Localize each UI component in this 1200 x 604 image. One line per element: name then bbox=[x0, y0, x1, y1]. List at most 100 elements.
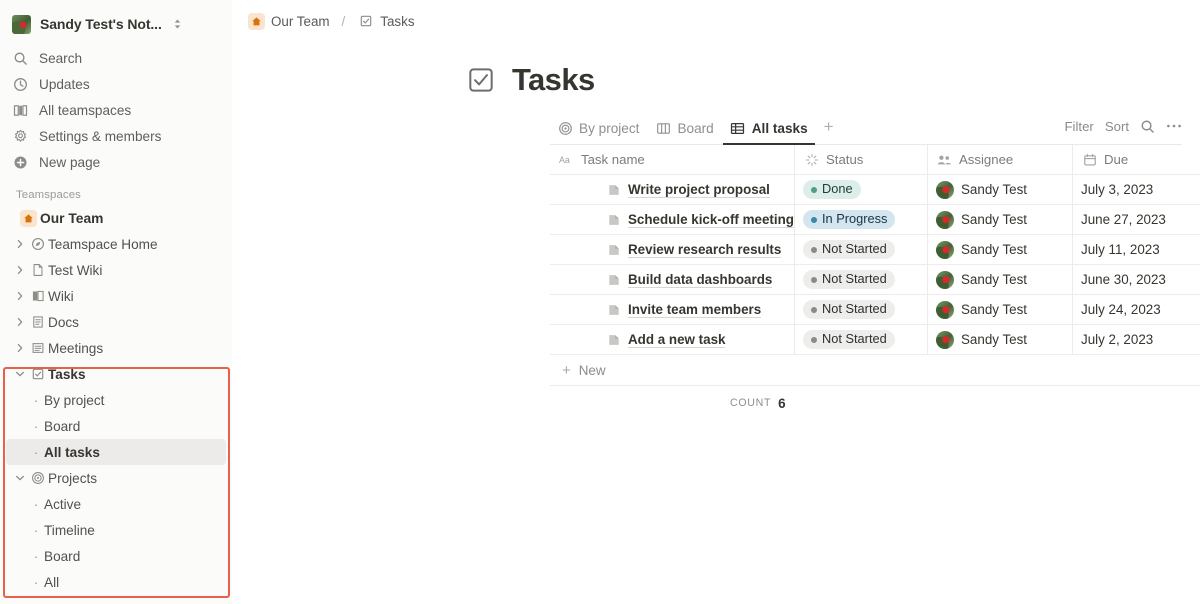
sort-button[interactable]: Sort bbox=[1105, 119, 1129, 134]
workspace-switcher[interactable]: Sandy Test's Not... bbox=[12, 9, 224, 39]
sidebar-item-board-projects[interactable]: · Board bbox=[6, 543, 226, 569]
sidebar-item-meetings[interactable]: Meetings bbox=[6, 335, 226, 361]
sidebar-item-all-teamspaces[interactable]: All teamspaces bbox=[8, 97, 224, 123]
table-header-row: Aa Task name Status Assignee Due bbox=[550, 145, 1200, 175]
sidebar-item-our-team[interactable]: Our Team bbox=[6, 205, 226, 231]
svg-text:Aa: Aa bbox=[559, 155, 570, 165]
task-name-link[interactable]: Invite team members bbox=[628, 302, 762, 318]
add-view-button[interactable]: + bbox=[817, 117, 841, 140]
cell-task-name[interactable]: Invite team members bbox=[550, 295, 795, 324]
doc-icon bbox=[28, 315, 48, 329]
cell-due[interactable]: July 11, 2023 bbox=[1073, 235, 1200, 264]
table-row[interactable]: Review research results Not Started Sand… bbox=[550, 235, 1200, 265]
chevron-right-icon[interactable] bbox=[12, 343, 28, 353]
breadcrumb-item-tasks[interactable]: Tasks bbox=[352, 11, 419, 32]
table-row[interactable]: Build data dashboards Not Started Sandy … bbox=[550, 265, 1200, 295]
sidebar-item-timeline[interactable]: · Timeline bbox=[6, 517, 226, 543]
cell-assignee[interactable]: Sandy Test bbox=[928, 175, 1073, 204]
count-label: COUNT bbox=[730, 397, 772, 409]
sidebar-item-all-tasks[interactable]: · All tasks bbox=[6, 439, 226, 465]
task-name-link[interactable]: Write project proposal bbox=[628, 182, 770, 198]
cell-due[interactable]: July 2, 2023 bbox=[1073, 325, 1200, 354]
cell-due[interactable]: June 30, 2023 bbox=[1073, 265, 1200, 294]
checkbox-icon bbox=[357, 13, 374, 30]
column-header-task-name[interactable]: Aa Task name bbox=[550, 145, 795, 174]
cell-task-name[interactable]: Write project proposal bbox=[550, 175, 795, 204]
table-row[interactable]: Invite team members Not Started Sandy Te… bbox=[550, 295, 1200, 325]
bullet-icon: · bbox=[33, 574, 39, 590]
sidebar-item-docs[interactable]: Docs bbox=[6, 309, 226, 335]
bullet-icon: · bbox=[33, 444, 39, 460]
tab-board[interactable]: Board bbox=[648, 113, 720, 144]
sidebar-item-teamspace-home[interactable]: Teamspace Home bbox=[6, 231, 226, 257]
task-name-link[interactable]: Build data dashboards bbox=[628, 272, 773, 288]
chevron-right-icon[interactable] bbox=[12, 239, 28, 249]
sidebar-item-board-tasks[interactable]: · Board bbox=[6, 413, 226, 439]
tab-by-project[interactable]: By project bbox=[550, 113, 646, 144]
sidebar-item-updates[interactable]: Updates bbox=[8, 71, 224, 97]
status-label: Done bbox=[822, 181, 853, 197]
table-row[interactable]: Add a new task Not Started Sandy Test Ju… bbox=[550, 325, 1200, 355]
cell-assignee[interactable]: Sandy Test bbox=[928, 235, 1073, 264]
table-row[interactable]: Write project proposal Done Sandy Test J… bbox=[550, 175, 1200, 205]
cell-due[interactable]: July 24, 2023 bbox=[1073, 295, 1200, 324]
table-footer-count[interactable]: COUNT 6 bbox=[550, 386, 1200, 420]
cell-status[interactable]: In Progress bbox=[795, 205, 928, 234]
sidebar-item-wiki[interactable]: Wiki bbox=[6, 283, 226, 309]
column-header-status[interactable]: Status bbox=[795, 145, 928, 174]
breadcrumb-item-our-team[interactable]: Our Team bbox=[243, 11, 335, 32]
chevron-down-icon[interactable] bbox=[12, 474, 28, 482]
home-icon bbox=[16, 209, 40, 227]
cell-assignee[interactable]: Sandy Test bbox=[928, 325, 1073, 354]
column-header-due[interactable]: Due bbox=[1073, 145, 1200, 174]
cell-task-name[interactable]: Schedule kick-off meeting bbox=[550, 205, 795, 234]
sidebar-item-projects[interactable]: Projects bbox=[6, 465, 226, 491]
task-name-link[interactable]: Review research results bbox=[628, 242, 782, 258]
sidebar-item-tasks[interactable]: Tasks bbox=[6, 361, 226, 387]
new-row-button[interactable]: + New bbox=[550, 355, 1200, 386]
cell-assignee[interactable]: Sandy Test bbox=[928, 295, 1073, 324]
sidebar-item-settings-members[interactable]: Settings & members bbox=[8, 123, 224, 149]
chevron-down-icon[interactable] bbox=[12, 370, 28, 378]
cell-due[interactable]: June 27, 2023 bbox=[1073, 205, 1200, 234]
task-name-link[interactable]: Schedule kick-off meeting bbox=[628, 212, 794, 228]
cell-task-name[interactable]: Add a new task bbox=[550, 325, 795, 354]
cell-task-name[interactable]: Build data dashboards bbox=[550, 265, 795, 294]
cell-task-name[interactable]: Review research results bbox=[550, 235, 795, 264]
assignee-name: Sandy Test bbox=[961, 212, 1028, 227]
sidebar-item-new-page[interactable]: New page bbox=[8, 149, 224, 175]
search-icon[interactable] bbox=[1140, 119, 1155, 134]
cell-status[interactable]: Not Started bbox=[795, 325, 928, 354]
cell-status[interactable]: Not Started bbox=[795, 235, 928, 264]
status-dot bbox=[811, 216, 817, 223]
cell-status[interactable]: Not Started bbox=[795, 265, 928, 294]
cell-assignee[interactable]: Sandy Test bbox=[928, 205, 1073, 234]
cell-assignee[interactable]: Sandy Test bbox=[928, 265, 1073, 294]
assignee-name: Sandy Test bbox=[961, 332, 1028, 347]
avatar bbox=[936, 330, 954, 349]
task-name-link[interactable]: Add a new task bbox=[628, 332, 726, 348]
sidebar-item-search[interactable]: Search bbox=[8, 45, 224, 71]
sidebar-item-label: Wiki bbox=[48, 288, 74, 304]
page-icon bbox=[606, 332, 621, 347]
bullet-icon: · bbox=[33, 496, 39, 512]
chevron-right-icon[interactable] bbox=[12, 291, 28, 301]
workspace-name: Sandy Test's Not... bbox=[40, 16, 162, 32]
filter-button[interactable]: Filter bbox=[1065, 119, 1094, 134]
cell-status[interactable]: Not Started bbox=[795, 295, 928, 324]
sidebar-item-by-project[interactable]: · By project bbox=[6, 387, 226, 413]
column-header-assignee[interactable]: Assignee bbox=[928, 145, 1073, 174]
tab-all-tasks[interactable]: All tasks bbox=[722, 113, 815, 145]
calendar-icon bbox=[1081, 153, 1098, 167]
sidebar-item-all[interactable]: · All bbox=[6, 569, 226, 595]
table-row[interactable]: Schedule kick-off meeting In Progress Sa… bbox=[550, 205, 1200, 235]
ellipsis-icon[interactable] bbox=[1166, 123, 1182, 129]
chevron-right-icon[interactable] bbox=[12, 265, 28, 275]
cell-due[interactable]: July 3, 2023 bbox=[1073, 175, 1200, 204]
cell-status[interactable]: Done bbox=[795, 175, 928, 204]
chevron-right-icon[interactable] bbox=[12, 317, 28, 327]
sidebar-item-test-wiki[interactable]: Test Wiki bbox=[6, 257, 226, 283]
tab-label: Board bbox=[677, 121, 714, 136]
book-icon bbox=[28, 289, 48, 303]
sidebar-item-active[interactable]: · Active bbox=[6, 491, 226, 517]
